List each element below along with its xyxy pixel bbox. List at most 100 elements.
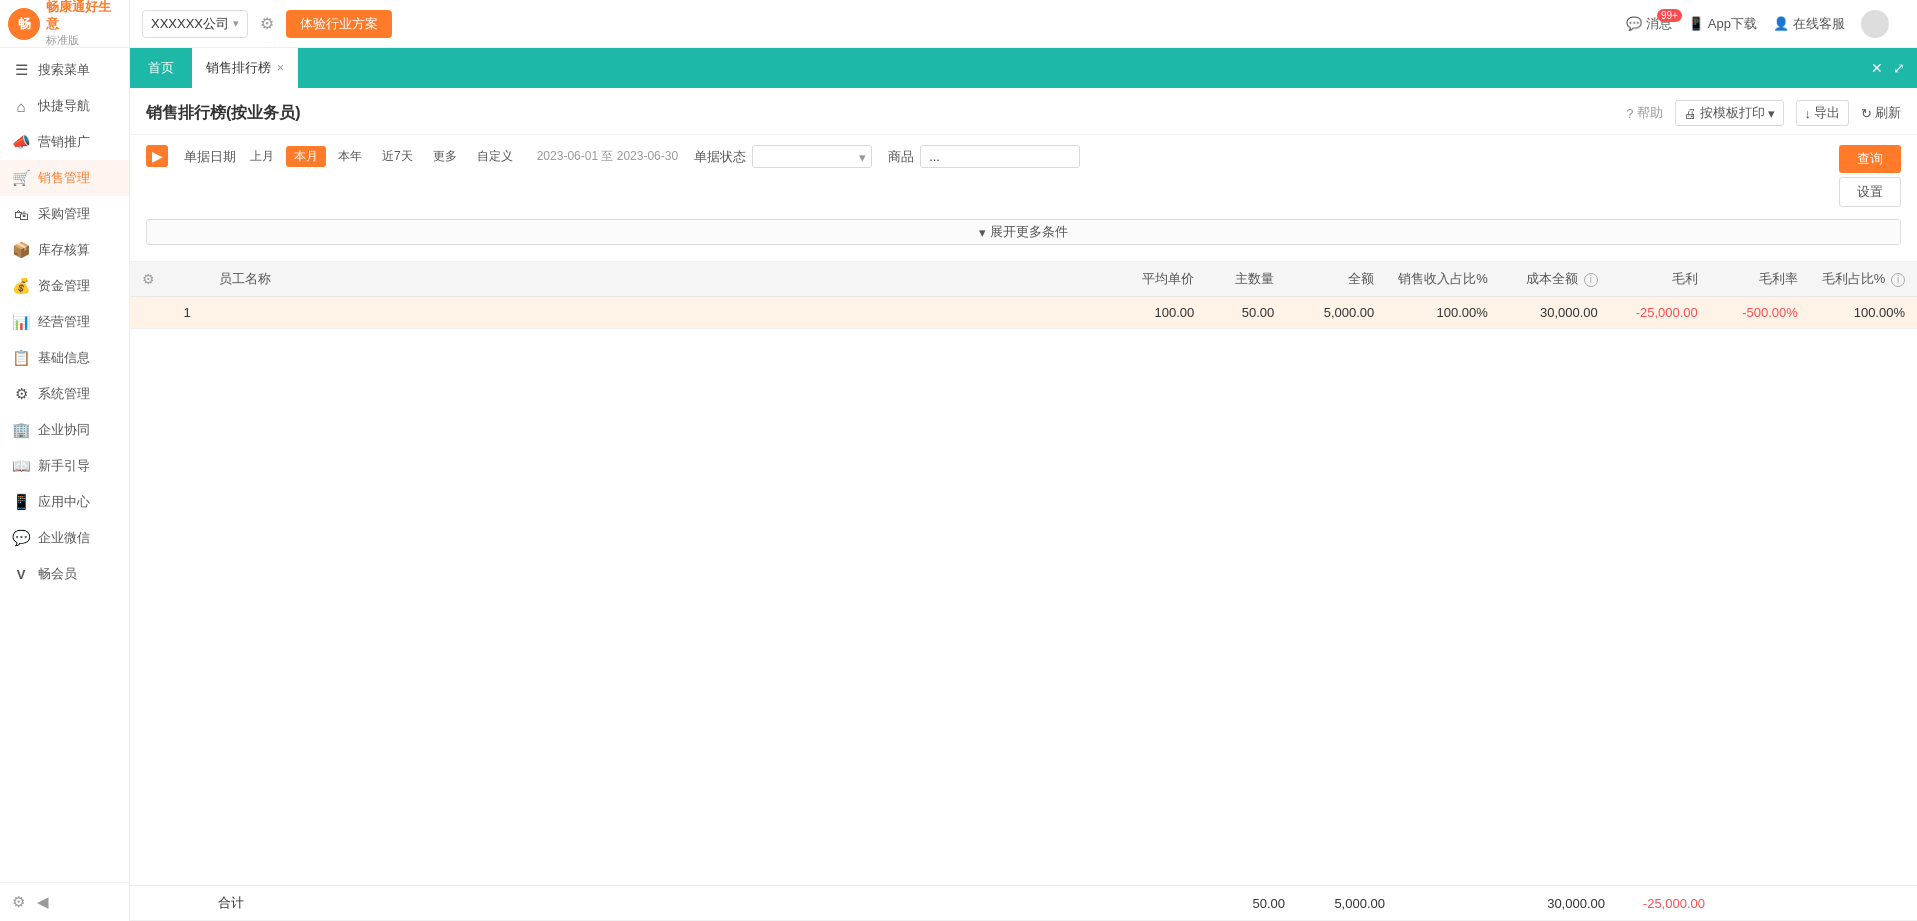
chevron-down-icon: ▾ <box>979 225 986 240</box>
print-label: 按模板打印 <box>1700 104 1765 122</box>
operations-icon: 📊 <box>12 313 30 331</box>
table-footer: 合计 50.00 5,000.00 30,000.00 -25,000.00 <box>130 885 1917 921</box>
status-select-wrapper <box>752 145 872 168</box>
trial-button[interactable]: 体验行业方案 <box>286 10 392 38</box>
tab-close-icon[interactable]: × <box>277 61 284 75</box>
help-label: 帮助 <box>1637 104 1663 122</box>
table-header-row: ⚙ 员工名称 平均单价 主数量 全额 销售收入占比% 成本全额 i <box>130 262 1917 297</box>
window-close-icon[interactable]: ✕ <box>1871 60 1883 76</box>
message-icon: 💬 <box>1626 16 1642 31</box>
sidebar-item-operations[interactable]: 📊 经营管理 <box>0 304 129 340</box>
home-icon: ⌂ <box>12 98 30 115</box>
logo-tag: 标准版 <box>46 33 121 47</box>
export-icon: ↓ <box>1805 106 1812 121</box>
sidebar-item-label: 基础信息 <box>38 349 90 367</box>
date-tab-this-month[interactable]: 本月 <box>286 146 326 167</box>
status-select[interactable] <box>752 145 872 168</box>
sidebar-item-sales[interactable]: 🛒 销售管理 <box>0 160 129 196</box>
sidebar-item-wechat[interactable]: 💬 企业微信 <box>0 520 129 556</box>
date-tabs: 上月 本月 本年 近7天 更多 自定义 <box>242 146 521 167</box>
footer-table: 合计 50.00 5,000.00 30,000.00 -25,000.00 <box>130 886 1917 921</box>
app-download-button[interactable]: 📱 App下载 <box>1688 15 1757 33</box>
export-button[interactable]: ↓ 导出 <box>1796 100 1850 126</box>
tab-sales-ranking[interactable]: 销售排行榜 × <box>192 48 298 88</box>
sidebar-item-shortcut[interactable]: ⌂ 快捷导航 <box>0 88 129 124</box>
tabbar-right-actions: ✕ ⤢ <box>1871 60 1917 76</box>
online-service-button[interactable]: 👤 在线客服 <box>1773 15 1845 33</box>
goods-input[interactable] <box>920 145 1080 168</box>
footer-label: 合计 <box>206 886 1117 921</box>
sidebar-settings-icon[interactable]: ⚙ <box>12 893 25 911</box>
sidebar-item-system[interactable]: ⚙ 系统管理 <box>0 376 129 412</box>
company-selector[interactable]: XXXXXX公司 ▾ <box>142 10 248 38</box>
sales-icon: 🛒 <box>12 169 30 187</box>
sidebar-item-label: 营销推广 <box>38 133 90 151</box>
goods-filter: 商品 <box>888 145 1080 168</box>
sidebar-collapse-icon[interactable]: ◀ <box>37 893 49 911</box>
td-settings <box>130 297 167 329</box>
date-label: 单据日期 <box>184 148 236 166</box>
chevron-down-icon: ▾ <box>233 17 239 30</box>
table-area: ⚙ 员工名称 平均单价 主数量 全额 销售收入占比% 成本全额 i <box>130 262 1917 885</box>
td-profit-pct: 100.00% <box>1810 297 1917 329</box>
date-tab-last-month[interactable]: 上月 <box>242 146 282 167</box>
page: 销售排行榜(按业务员) ? 帮助 🖨 按模板打印 ▾ ↓ 导出 <box>130 88 1917 921</box>
sidebar-item-member[interactable]: V 畅会员 <box>0 556 129 592</box>
date-tab-custom[interactable]: 自定义 <box>469 146 521 167</box>
more-conditions-area: ▾ 展开更多条件 <box>146 207 1901 251</box>
td-sales-pct: 100.00% <box>1386 297 1500 329</box>
filter-row-1: 单据日期 上月 本月 本年 近7天 更多 自定义 <box>184 145 1823 168</box>
cost-info-icon[interactable]: i <box>1584 273 1598 287</box>
message-badge: 99+ <box>1657 9 1682 22</box>
filter-area: ▶ 单据日期 上月 本月 本年 近7天 更多 <box>130 135 1917 262</box>
filter-toggle-button[interactable]: ▶ <box>146 145 168 167</box>
service-label: 在线客服 <box>1793 15 1845 33</box>
sidebar-item-apps[interactable]: 📱 应用中心 <box>0 484 129 520</box>
settings-button[interactable]: 设置 <box>1839 177 1901 207</box>
topbar-right: 💬 消息 99+ 📱 App下载 👤 在线客服 <box>1626 10 1905 38</box>
sidebar-item-marketing[interactable]: 📣 营销推广 <box>0 124 129 160</box>
profit-pct-info-icon[interactable]: i <box>1891 273 1905 287</box>
guide-icon: 📖 <box>12 457 30 475</box>
filter-section: ▶ 单据日期 上月 本月 本年 近7天 更多 <box>146 145 1901 207</box>
th-settings: ⚙ <box>130 262 167 297</box>
table-body: 1 100.00 50.00 5,000.00 100.00% 30,000.0… <box>130 297 1917 329</box>
sidebar-item-search[interactable]: ☰ 搜索菜单 <box>0 52 129 88</box>
help-button[interactable]: ? 帮助 <box>1626 104 1662 122</box>
logo-name: 畅康通好生意 <box>46 0 121 33</box>
date-tab-7days[interactable]: 近7天 <box>374 146 421 167</box>
avatar[interactable] <box>1861 10 1889 38</box>
date-range-text: 2023-06-01 至 2023-06-30 <box>537 148 678 165</box>
footer-sales-pct <box>1397 886 1507 921</box>
sidebar-item-purchase[interactable]: 🛍 采购管理 <box>0 196 129 232</box>
sidebar-item-guide[interactable]: 📖 新手引导 <box>0 448 129 484</box>
refresh-button[interactable]: ↻ 刷新 <box>1861 104 1901 122</box>
tab-sales-ranking-label: 销售排行榜 <box>206 59 271 77</box>
app-label: App下载 <box>1708 15 1757 33</box>
sidebar-item-basic[interactable]: 📋 基础信息 <box>0 340 129 376</box>
member-icon: V <box>12 567 30 582</box>
message-button[interactable]: 💬 消息 99+ <box>1626 15 1672 33</box>
sidebar-item-finance[interactable]: 💰 资金管理 <box>0 268 129 304</box>
th-name: 员工名称 <box>207 262 1106 297</box>
sidebar-item-label: 搜索菜单 <box>38 61 90 79</box>
more-conditions-button[interactable]: ▾ 展开更多条件 <box>146 219 1901 245</box>
date-tab-more[interactable]: 更多 <box>425 146 465 167</box>
sidebar-item-label: 快捷导航 <box>38 97 90 115</box>
sidebar-item-enterprise[interactable]: 🏢 企业协同 <box>0 412 129 448</box>
refresh-label: 刷新 <box>1875 104 1901 122</box>
column-settings-icon[interactable]: ⚙ <box>142 271 155 287</box>
print-button[interactable]: 🖨 按模板打印 ▾ <box>1675 100 1784 126</box>
sidebar-item-inventory[interactable]: 📦 库存核算 <box>0 232 129 268</box>
filter-actions: 查询 设置 <box>1839 145 1901 207</box>
topbar: XXXXXX公司 ▾ ⚙ 体验行业方案 💬 消息 99+ 📱 App下载 👤 在… <box>130 0 1917 48</box>
footer-profit: -25,000.00 <box>1617 886 1717 921</box>
window-maximize-icon[interactable]: ⤢ <box>1893 60 1905 76</box>
date-tab-this-year[interactable]: 本年 <box>330 146 370 167</box>
sidebar-item-label: 畅会员 <box>38 565 77 583</box>
query-button[interactable]: 查询 <box>1839 145 1901 173</box>
th-rank <box>167 262 207 297</box>
tab-home[interactable]: 首页 <box>130 48 192 88</box>
sidebar-item-label: 企业协同 <box>38 421 90 439</box>
settings-icon[interactable]: ⚙ <box>260 14 274 33</box>
